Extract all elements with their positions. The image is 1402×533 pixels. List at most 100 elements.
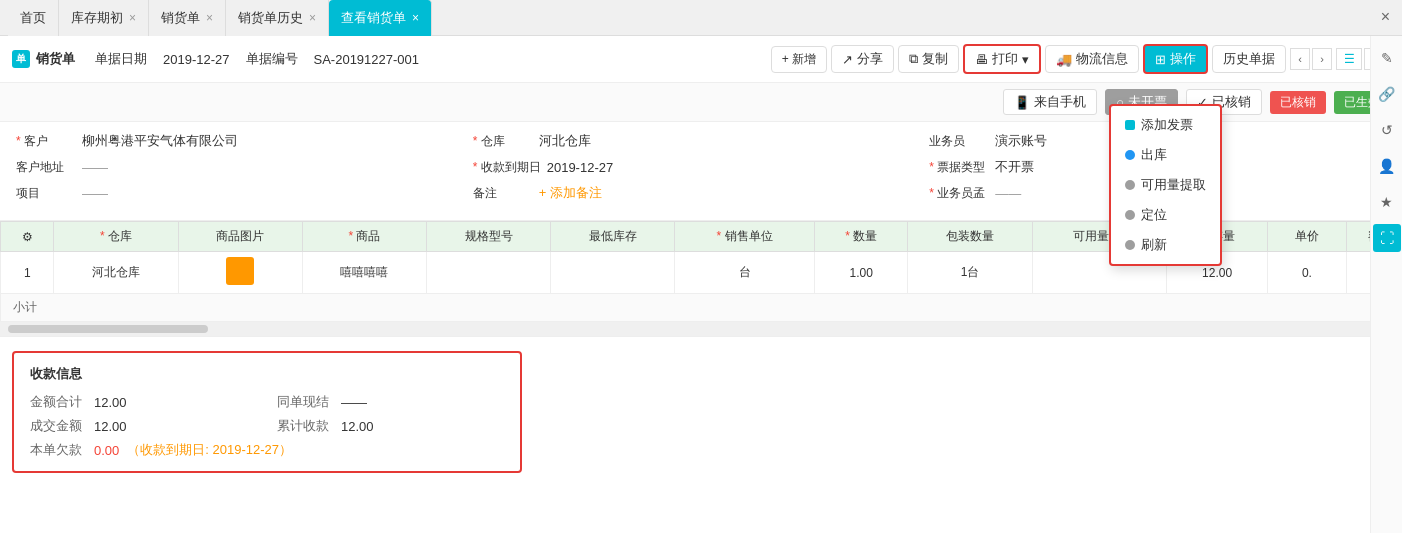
copy-icon: ⧉ (909, 51, 918, 67)
operation-icon: ⊞ (1155, 52, 1166, 67)
locate-item[interactable]: 定位 (1111, 200, 1220, 230)
print-icon: 🖶 (975, 52, 988, 67)
refresh-icon (1125, 240, 1135, 250)
transaction-label: 成交金额 (30, 417, 86, 435)
salesperson-value: —— (995, 186, 1021, 201)
payment-balance-row: 本单欠款 0.00 （收款到期日: 2019-12-27） (30, 441, 504, 459)
prev-button[interactable]: ‹ (1290, 48, 1310, 70)
rotate-sidebar-icon[interactable]: ↺ (1373, 116, 1401, 144)
row-pack-qty: 1台 (908, 252, 1032, 294)
tab-inventory-init[interactable]: 库存期初 × (59, 0, 149, 36)
transaction-value: 12.00 (94, 419, 127, 434)
col-min-stock: 最低库存 (551, 222, 675, 252)
tab-view-sales[interactable]: 查看销货单 × (329, 0, 432, 36)
available-qty-icon (1125, 180, 1135, 190)
tab-home[interactable]: 首页 (8, 0, 59, 36)
customer-label: 客户 (16, 133, 76, 150)
col-product-img: 商品图片 (178, 222, 302, 252)
balance-note: （收款到期日: 2019-12-27） (127, 441, 292, 459)
share-button[interactable]: ↗ 分享 (831, 45, 894, 73)
sold-badge: 已核销 (1270, 91, 1326, 114)
next-button[interactable]: › (1312, 48, 1332, 70)
warehouse-value: 河北仓库 (539, 132, 591, 150)
print-button[interactable]: 🖶 打印 ▾ (963, 44, 1041, 74)
from-phone-button[interactable]: 📱 来自手机 (1003, 89, 1097, 115)
payment-title: 收款信息 (30, 365, 504, 383)
tab-sales-history[interactable]: 销货单历史 × (226, 0, 329, 36)
available-qty-item[interactable]: 可用量提取 (1111, 170, 1220, 200)
document-title: 单 销货单 (12, 50, 75, 68)
horizontal-scrollbar[interactable] (8, 325, 208, 333)
total-label: 金额合计 (30, 393, 86, 411)
subtotal-label: 小计 (1, 294, 1402, 322)
list-view-button[interactable]: ☰ (1336, 48, 1362, 70)
col-product: 商品 (302, 222, 426, 252)
user-sidebar-icon[interactable]: 👤 (1373, 152, 1401, 180)
address-value: —— (82, 160, 108, 175)
row-sales-unit: 台 (675, 252, 814, 294)
col-warehouse: 仓库 (54, 222, 178, 252)
employee-value: 演示账号 (995, 132, 1047, 150)
row-product: 嘻嘻嘻嘻 (302, 252, 426, 294)
payment-date-label: 收款到期日 (473, 159, 541, 176)
customer-value: 柳州粤港平安气体有限公司 (82, 132, 238, 150)
close-tab-view-sales[interactable]: × (412, 11, 419, 25)
col-spec: 规格型号 (427, 222, 551, 252)
number-value: SA-20191227-001 (314, 52, 420, 67)
cumulative-value: 12.00 (341, 419, 374, 434)
same-settle-label: 同单现结 (277, 393, 333, 411)
global-close-button[interactable]: × (1381, 8, 1390, 26)
row-warehouse: 河北仓库 (54, 252, 178, 294)
note-field: 备注 + 添加备注 (473, 184, 930, 202)
add-invoice-item[interactable]: 添加发票 (1111, 110, 1220, 140)
col-quantity: 数量 (814, 222, 908, 252)
customer-field: 客户 柳州粤港平安气体有限公司 (16, 132, 473, 150)
payment-total-row: 金额合计 12.00 (30, 393, 257, 411)
phone-icon: 📱 (1014, 95, 1030, 110)
close-tab-sales-order[interactable]: × (206, 11, 213, 25)
tab-bar: 首页 库存期初 × 销货单 × 销货单历史 × 查看销货单 × × (0, 0, 1402, 36)
close-tab-inventory-init[interactable]: × (129, 11, 136, 25)
row-index: 1 (1, 252, 54, 294)
share-icon: ↗ (842, 52, 853, 67)
star-sidebar-icon[interactable]: ★ (1373, 188, 1401, 216)
col-sales-unit: 销售单位 (675, 222, 814, 252)
subtotal-row: 小计 (1, 294, 1402, 322)
project-label: 项目 (16, 185, 76, 202)
warehouse-field: 仓库 河北仓库 (473, 132, 930, 150)
operation-button[interactable]: ⊞ 操作 (1143, 44, 1208, 74)
link-sidebar-icon[interactable]: 🔗 (1373, 80, 1401, 108)
col-unit-price: 单价 (1268, 222, 1346, 252)
outbound-item[interactable]: 出库 (1111, 140, 1220, 170)
copy-button[interactable]: ⧉ 复制 (898, 45, 959, 73)
refresh-item[interactable]: 刷新 (1111, 230, 1220, 260)
locate-icon (1125, 210, 1135, 220)
truck-icon: 🚚 (1056, 52, 1072, 67)
history-button[interactable]: 历史单据 (1212, 45, 1286, 73)
outbound-icon (1125, 150, 1135, 160)
document-header: 单 销货单 单据日期 2019-12-27 单据编号 SA-20191227-0… (0, 36, 1402, 83)
expand-sidebar-icon[interactable]: ⛶ (1373, 224, 1401, 252)
doc-type-icon: 单 (12, 50, 30, 68)
payment-transaction-row: 成交金额 12.00 (30, 417, 257, 435)
payment-grid: 金额合计 12.00 同单现结 —— 成交金额 12.00 累计收款 12.00… (30, 393, 504, 459)
balance-label: 本单欠款 (30, 441, 86, 459)
logistics-button[interactable]: 🚚 物流信息 (1045, 45, 1139, 73)
row-spec (427, 252, 551, 294)
row-quantity: 1.00 (814, 252, 908, 294)
col-pack-qty: 包装数量 (908, 222, 1032, 252)
payment-cumulative-row: 累计收款 12.00 (277, 417, 504, 435)
invoice-type-value: 不开票 (995, 158, 1034, 176)
payment-same-settle-row: 同单现结 —— (277, 393, 504, 411)
new-button[interactable]: + 新增 (771, 46, 827, 73)
edit-sidebar-icon[interactable]: ✎ (1373, 44, 1401, 72)
add-note-button[interactable]: + 添加备注 (539, 184, 602, 202)
employee-label: 业务员 (929, 133, 989, 150)
bottom-section: 收款信息 金额合计 12.00 同单现结 —— 成交金额 12.00 累计收款 … (0, 337, 1402, 487)
cumulative-label: 累计收款 (277, 417, 333, 435)
close-tab-sales-history[interactable]: × (309, 11, 316, 25)
address-label: 客户地址 (16, 159, 76, 176)
tab-sales-order[interactable]: 销货单 × (149, 0, 226, 36)
right-sidebar: ✎ 🔗 ↺ 👤 ★ ⛶ (1370, 36, 1402, 533)
col-settings[interactable]: ⚙ (1, 222, 54, 252)
